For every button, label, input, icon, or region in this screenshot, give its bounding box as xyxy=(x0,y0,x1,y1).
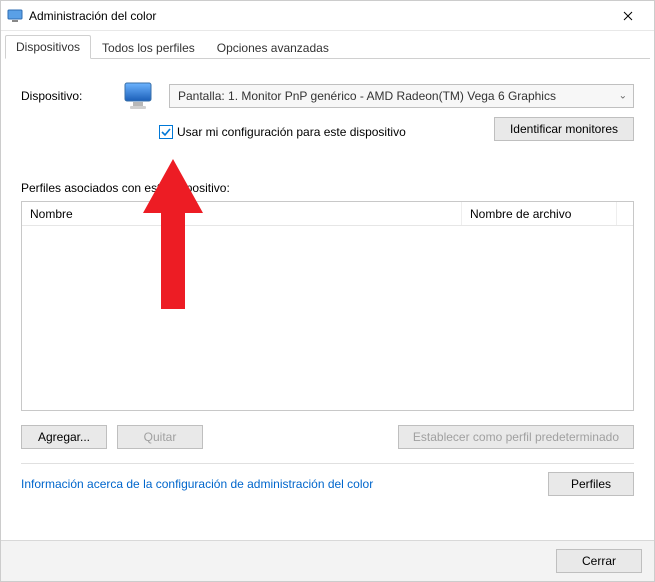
titlebar: Administración del color xyxy=(1,1,654,31)
column-label: Nombre de archivo xyxy=(470,207,571,221)
tab-strip: Dispositivos Todos los perfiles Opciones… xyxy=(1,31,654,59)
profile-actions-row: Agregar... Quitar Establecer como perfil… xyxy=(21,425,634,449)
tab-advanced[interactable]: Opciones avanzadas xyxy=(206,36,340,59)
profiles-button[interactable]: Perfiles xyxy=(548,472,634,496)
profiles-list-header: Nombre Nombre de archivo xyxy=(22,202,633,226)
button-label: Quitar xyxy=(144,430,177,444)
column-header-spacer xyxy=(616,202,633,225)
button-label: Establecer como perfil predeterminado xyxy=(413,430,619,444)
tab-label: Todos los perfiles xyxy=(102,41,195,55)
column-label: Nombre xyxy=(30,207,73,221)
tab-label: Dispositivos xyxy=(16,40,80,54)
divider xyxy=(21,463,634,464)
set-default-profile-button: Establecer como perfil predeterminado xyxy=(398,425,634,449)
button-label: Agregar... xyxy=(38,430,90,444)
tab-all-profiles[interactable]: Todos los perfiles xyxy=(91,36,206,59)
identify-monitors-button[interactable]: Identificar monitores xyxy=(494,117,634,141)
column-header-name[interactable]: Nombre xyxy=(22,202,462,225)
link-label: Información acerca de la configuración d… xyxy=(21,477,373,491)
tab-panel-devices: Dispositivo: Pantalla: 1. Monitor PnP ge… xyxy=(1,59,654,540)
tab-devices[interactable]: Dispositivos xyxy=(5,35,91,59)
tab-label: Opciones avanzadas xyxy=(217,41,329,55)
device-label: Dispositivo: xyxy=(21,89,111,103)
close-button[interactable]: Cerrar xyxy=(556,549,642,573)
column-header-file[interactable]: Nombre de archivo xyxy=(462,202,616,225)
close-icon[interactable] xyxy=(608,2,648,30)
profiles-list-body xyxy=(22,226,633,410)
profiles-section-label: Perfiles asociados con este dispositivo: xyxy=(21,181,634,195)
button-label: Identificar monitores xyxy=(510,122,618,136)
footer-link-row: Información acerca de la configuración d… xyxy=(21,472,634,496)
device-select-value: Pantalla: 1. Monitor PnP genérico - AMD … xyxy=(178,89,556,103)
color-management-info-link[interactable]: Información acerca de la configuración d… xyxy=(21,477,373,491)
profiles-list[interactable]: Nombre Nombre de archivo xyxy=(21,201,634,411)
app-icon xyxy=(7,8,23,24)
device-select[interactable]: Pantalla: 1. Monitor PnP genérico - AMD … xyxy=(169,84,634,108)
button-label: Perfiles xyxy=(571,477,611,491)
button-label: Cerrar xyxy=(582,554,616,568)
window-title: Administración del color xyxy=(29,9,608,23)
color-management-window: Administración del color Dispositivos To… xyxy=(0,0,655,582)
dialog-footer: Cerrar xyxy=(1,540,654,581)
device-row: Dispositivo: Pantalla: 1. Monitor PnP ge… xyxy=(21,81,634,111)
add-button[interactable]: Agregar... xyxy=(21,425,107,449)
chevron-down-icon: ⌄ xyxy=(619,91,627,102)
remove-button: Quitar xyxy=(117,425,203,449)
monitor-icon xyxy=(123,81,157,111)
